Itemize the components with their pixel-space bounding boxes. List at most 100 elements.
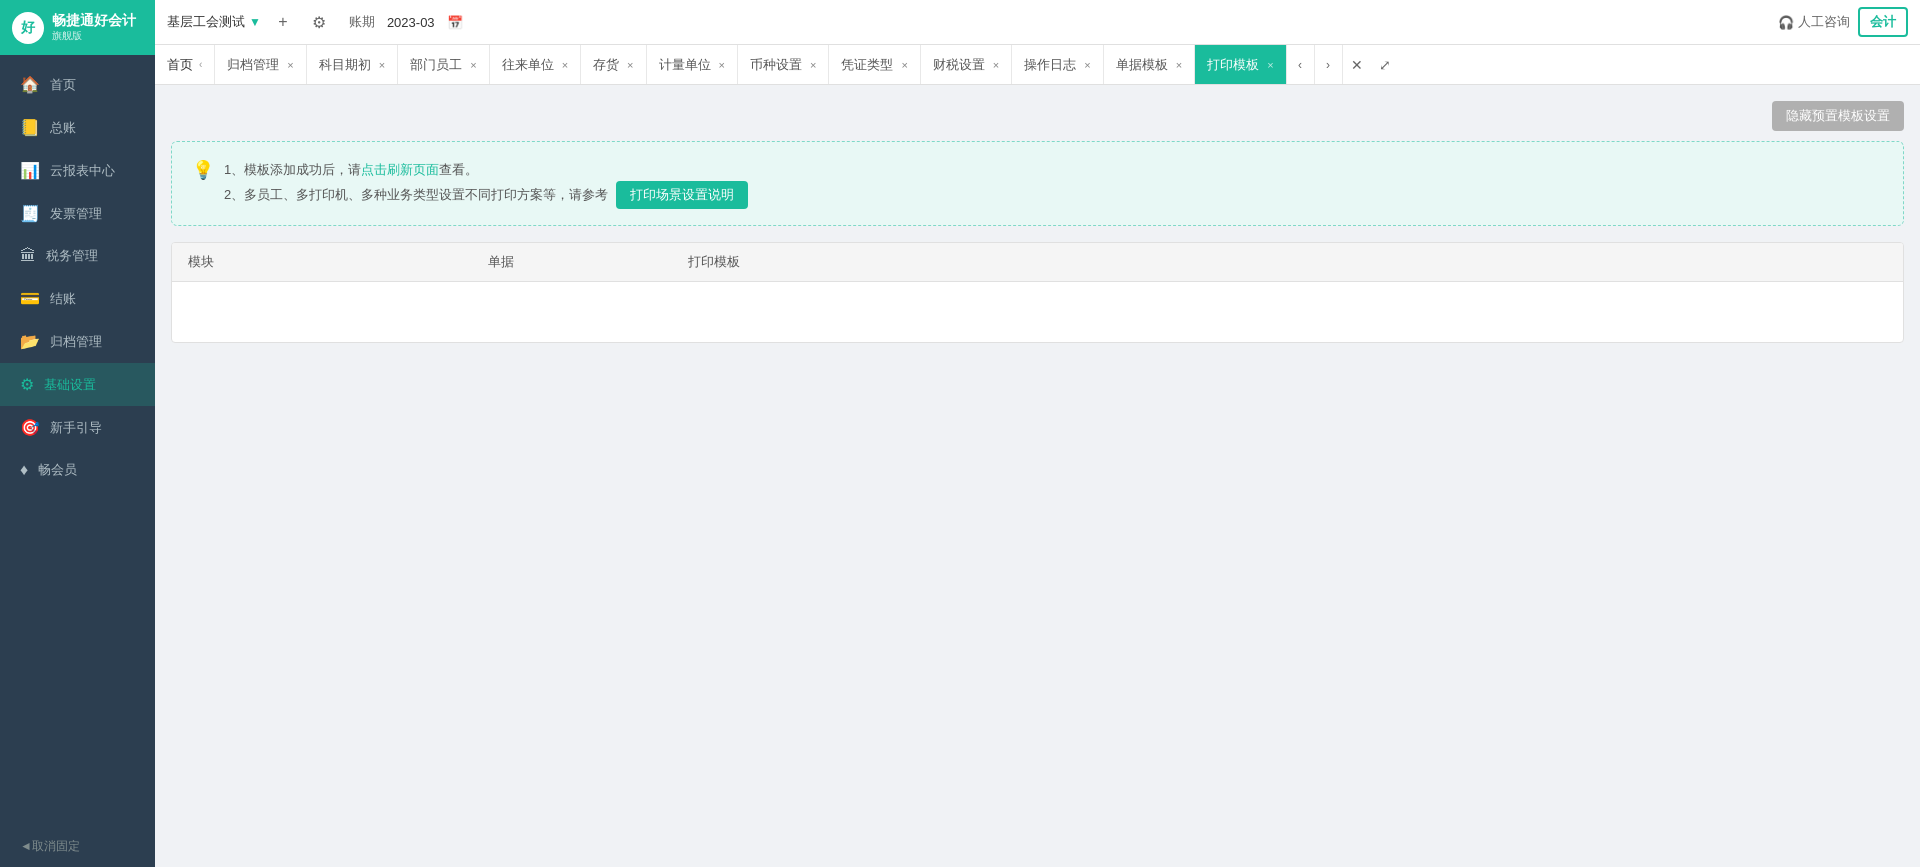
- tab-close-single-template[interactable]: ×: [1176, 59, 1182, 71]
- sidebar-item-guide[interactable]: 🎯 新手引导: [0, 406, 155, 449]
- sidebar-item-home[interactable]: 🏠 首页: [0, 63, 155, 106]
- sidebar-label-reports: 云报表中心: [50, 162, 115, 180]
- info-line2-prefix: 2、多员工、多打印机、多种业务类型设置不同打印方案等，请参考: [224, 187, 608, 202]
- accounting-button[interactable]: 会计: [1858, 7, 1908, 37]
- invoice-icon: 🧾: [20, 204, 40, 223]
- tab-label-counterpart: 往来单位: [502, 56, 554, 74]
- topbar-right: 🎧 人工咨询 会计: [1778, 7, 1908, 37]
- tab-print-template[interactable]: 打印模板 ×: [1195, 45, 1286, 85]
- main-area: 基层工会测试 ▼ + ⚙ 账期 2023-03 📅 🎧 人工咨询 会计 首页 ‹…: [155, 0, 1920, 867]
- print-scene-button[interactable]: 打印场景设置说明: [616, 181, 748, 209]
- expand-icon: ⤢: [1379, 57, 1391, 73]
- tab-subject[interactable]: 科目期初 ×: [307, 45, 398, 85]
- unpin-label: ◄取消固定: [20, 838, 80, 855]
- tab-close-voucher-type[interactable]: ×: [901, 59, 907, 71]
- sidebar-label-ledger: 总账: [50, 119, 76, 137]
- home-icon: 🏠: [20, 75, 40, 94]
- tab-archive[interactable]: 归档管理 ×: [215, 45, 306, 85]
- tab-close-currency[interactable]: ×: [810, 59, 816, 71]
- sidebar-item-member[interactable]: ♦ 畅会员: [0, 449, 155, 491]
- tab-voucher-type[interactable]: 凭证类型 ×: [829, 45, 920, 85]
- hide-template-section: 隐藏预置模板设置: [171, 101, 1904, 131]
- tab-inventory[interactable]: 存货 ×: [581, 45, 646, 85]
- headset-icon: 🎧: [1778, 15, 1794, 30]
- logo-icon: 好: [12, 12, 44, 44]
- tab-counterpart[interactable]: 往来单位 ×: [490, 45, 581, 85]
- gear-icon: ⚙: [312, 13, 326, 32]
- expand-button[interactable]: ⤢: [1371, 45, 1399, 85]
- settings-button[interactable]: ⚙: [305, 8, 333, 36]
- col-header-print-template: 打印模板: [672, 243, 1903, 281]
- tab-label-inventory: 存货: [593, 56, 619, 74]
- tab-tax-settings[interactable]: 财税设置 ×: [921, 45, 1012, 85]
- tab-label-single-template: 单据模板: [1116, 56, 1168, 74]
- sidebar-item-archive[interactable]: 📂 归档管理: [0, 320, 155, 363]
- close-all-tabs-button[interactable]: ✕: [1343, 45, 1371, 85]
- ledger-icon: 📒: [20, 118, 40, 137]
- tabs-bar: 首页 ‹ 归档管理 × 科目期初 × 部门员工 × 往来单位 × 存货 × 计量…: [155, 45, 1920, 85]
- tax-icon: 🏛: [20, 247, 36, 265]
- unpin-button[interactable]: ◄取消固定: [0, 826, 155, 867]
- sidebar-item-ledger[interactable]: 📒 总账: [0, 106, 155, 149]
- tab-close-tax-settings[interactable]: ×: [993, 59, 999, 71]
- sidebar-label-archive: 归档管理: [50, 333, 102, 351]
- tab-label-print-template: 打印模板: [1207, 56, 1259, 74]
- settle-icon: 💳: [20, 289, 40, 308]
- tab-label-operation-log: 操作日志: [1024, 56, 1076, 74]
- tab-label-unit: 计量单位: [659, 56, 711, 74]
- topbar: 基层工会测试 ▼ + ⚙ 账期 2023-03 📅 🎧 人工咨询 会计: [155, 0, 1920, 45]
- dropdown-icon: ▼: [249, 15, 261, 29]
- tab-single-template[interactable]: 单据模板 ×: [1104, 45, 1195, 85]
- tab-close-archive[interactable]: ×: [287, 59, 293, 71]
- bulb-icon: 💡: [192, 159, 214, 181]
- tab-close-inventory[interactable]: ×: [627, 59, 633, 71]
- tab-close-print-template[interactable]: ×: [1267, 59, 1273, 71]
- info-line1-suffix: 查看。: [439, 162, 478, 177]
- customer-service-label: 人工咨询: [1798, 13, 1850, 31]
- info-line1-prefix: 1、模板添加成功后，请: [224, 162, 361, 177]
- sidebar-label-settle: 结账: [50, 290, 76, 308]
- table-body: [172, 282, 1903, 342]
- sidebar-item-invoice[interactable]: 🧾 发票管理: [0, 192, 155, 235]
- tab-currency[interactable]: 币种设置 ×: [738, 45, 829, 85]
- app-name: 畅捷通好会计: [52, 12, 136, 29]
- customer-service-button[interactable]: 🎧 人工咨询: [1778, 13, 1850, 31]
- tab-label-dept: 部门员工: [410, 56, 462, 74]
- reports-icon: 📊: [20, 161, 40, 180]
- company-selector[interactable]: 基层工会测试 ▼: [167, 13, 261, 31]
- refresh-link[interactable]: 点击刷新页面: [361, 162, 439, 177]
- hide-template-button[interactable]: 隐藏预置模板设置: [1772, 101, 1904, 131]
- sidebar-nav: 🏠 首页 📒 总账 📊 云报表中心 🧾 发票管理 🏛 税务管理 💳 结账 📂 归…: [0, 55, 155, 826]
- info-box-header: 💡 1、模板添加成功后，请点击刷新页面查看。 2、多员工、多打印机、多种业务类型…: [192, 158, 1883, 209]
- tab-close-counterpart[interactable]: ×: [562, 59, 568, 71]
- tab-close-subject[interactable]: ×: [379, 59, 385, 71]
- tab-close-operation-log[interactable]: ×: [1084, 59, 1090, 71]
- page-content: 隐藏预置模板设置 💡 1、模板添加成功后，请点击刷新页面查看。 2、多员工、多打…: [155, 85, 1920, 867]
- add-tab-button[interactable]: +: [269, 8, 297, 36]
- sidebar-item-settle[interactable]: 💳 结账: [0, 277, 155, 320]
- tab-close-unit[interactable]: ×: [719, 59, 725, 71]
- tab-label-voucher-type: 凭证类型: [841, 56, 893, 74]
- calendar-icon[interactable]: 📅: [447, 15, 463, 30]
- tab-arrow-home: ‹: [199, 59, 202, 70]
- tab-home[interactable]: 首页 ‹: [155, 45, 215, 85]
- info-box: 💡 1、模板添加成功后，请点击刷新页面查看。 2、多员工、多打印机、多种业务类型…: [171, 141, 1904, 226]
- sidebar-logo: 好 畅捷通好会计 旗舰版: [0, 0, 155, 55]
- period-label: 账期: [349, 13, 375, 31]
- sidebar-item-reports[interactable]: 📊 云报表中心: [0, 149, 155, 192]
- sidebar-label-member: 畅会员: [38, 461, 77, 479]
- tab-close-dept[interactable]: ×: [470, 59, 476, 71]
- tab-dept[interactable]: 部门员工 ×: [398, 45, 489, 85]
- print-template-table: 模块 单据 打印模板: [171, 242, 1904, 343]
- chevron-right-icon: ›: [1326, 58, 1330, 72]
- tab-unit[interactable]: 计量单位 ×: [647, 45, 738, 85]
- member-icon: ♦: [20, 461, 28, 479]
- tab-operation-log[interactable]: 操作日志 ×: [1012, 45, 1103, 85]
- sidebar-label-tax: 税务管理: [46, 247, 98, 265]
- tab-label-currency: 币种设置: [750, 56, 802, 74]
- tabs-prev-button[interactable]: ‹: [1287, 45, 1315, 85]
- tabs-next-button[interactable]: ›: [1315, 45, 1343, 85]
- sidebar-item-settings[interactable]: ⚙ 基础设置: [0, 363, 155, 406]
- tab-label-home: 首页: [167, 56, 193, 74]
- sidebar-item-tax[interactable]: 🏛 税务管理: [0, 235, 155, 277]
